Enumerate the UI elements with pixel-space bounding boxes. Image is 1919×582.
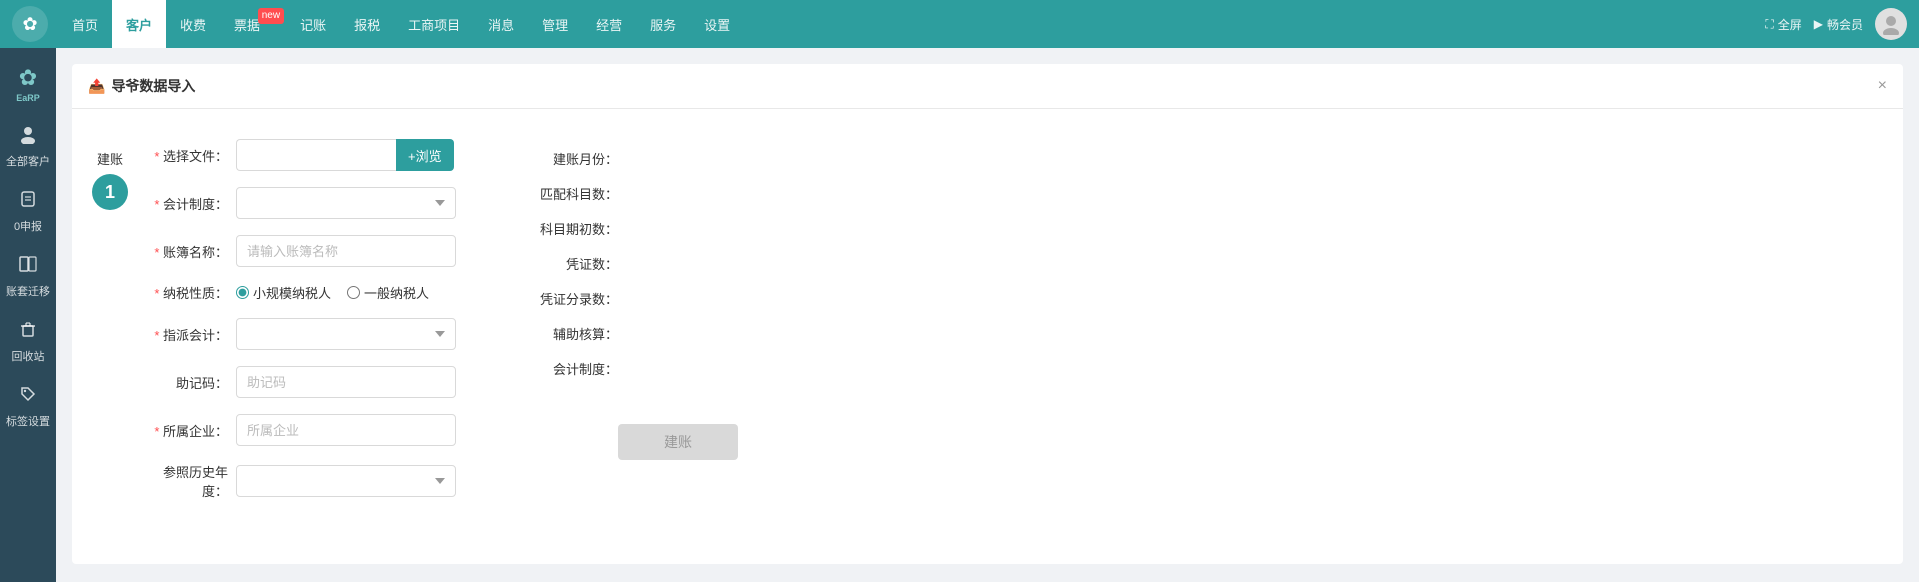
step-circle: 1	[92, 174, 128, 210]
info-accounting-system-label: 会计制度：	[528, 359, 618, 378]
all-customers-icon	[18, 124, 38, 149]
avatar-icon	[1880, 13, 1902, 35]
nav-item-business[interactable]: 工商项目	[394, 0, 474, 48]
match-subjects-label: 匹配科目数：	[528, 184, 618, 203]
general-taxpayer-radio[interactable]	[347, 286, 360, 299]
ledger-name-label: 账簿名称：	[148, 242, 228, 261]
account-migrate-icon	[18, 254, 38, 279]
step-label: 建账	[97, 149, 123, 168]
nav-item-invoice[interactable]: 票据 new	[220, 0, 286, 48]
subject-initial-row: 科目期初数：	[528, 219, 828, 238]
ref-fiscal-year-label: 参照历史年度：	[148, 462, 228, 500]
select-file-row: 选择文件： +浏览	[148, 139, 488, 171]
dialog-close-button[interactable]: ×	[1878, 77, 1887, 95]
sidebar-item-account-migrate[interactable]: 账套迁移	[0, 244, 56, 309]
form-fields: 选择文件： +浏览 会计制度：	[148, 139, 488, 500]
voucher-count-label: 凭证数：	[528, 254, 618, 273]
accounting-system-label: 会计制度：	[148, 194, 228, 213]
declare-icon	[18, 189, 38, 214]
app-logo[interactable]: ✿	[12, 6, 48, 42]
nav-item-operation[interactable]: 经营	[582, 0, 636, 48]
nav-items: 首页 客户 收费 票据 new 记账 报税 工商项目 消息 管理 经营	[58, 0, 1765, 48]
memo-code-input[interactable]	[236, 366, 456, 398]
accounting-system-select[interactable]	[236, 187, 456, 219]
general-taxpayer-label: 一般纳税人	[364, 283, 429, 302]
accounting-system-row: 会计制度：	[148, 187, 488, 219]
fullscreen-button[interactable]: ⛶ 全屏	[1765, 16, 1801, 33]
create-account-button[interactable]: 建账	[618, 424, 738, 460]
top-navigation: ✿ 首页 客户 收费 票据 new 记账 报税 工商项目 消息 管理	[0, 0, 1919, 48]
member-play-icon: ▶	[1814, 17, 1823, 31]
sidebar-item-tag-settings[interactable]: 标签设置	[0, 374, 56, 439]
general-taxpayer-option[interactable]: 一般纳税人	[347, 283, 429, 302]
dialog-title-icon: 📤	[88, 78, 105, 95]
sidebar-item-declare[interactable]: 0申报	[0, 179, 56, 244]
nav-item-message[interactable]: 消息	[474, 0, 528, 48]
fullscreen-icon: ⛶	[1765, 17, 1773, 32]
nav-item-settings[interactable]: 设置	[690, 0, 744, 48]
small-taxpayer-radio[interactable]	[236, 286, 249, 299]
sidebar-item-all-customers[interactable]: 全部客户	[0, 114, 56, 179]
nav-item-tax[interactable]: 报税	[340, 0, 394, 48]
nav-item-ledger[interactable]: 记账	[286, 0, 340, 48]
info-accounting-system-row: 会计制度：	[528, 359, 828, 378]
assign-accountant-select[interactable]	[236, 318, 456, 350]
browse-button[interactable]: +浏览	[396, 139, 454, 171]
nav-item-manage[interactable]: 管理	[528, 0, 582, 48]
voucher-entries-label: 凭证分录数：	[528, 289, 618, 308]
memo-code-row: 助记码：	[148, 366, 488, 398]
nav-right: ⛶ 全屏 ▶ 畅会员	[1765, 8, 1907, 40]
voucher-count-row: 凭证数：	[528, 254, 828, 273]
sidebar-logo: ✿ EaRP	[10, 58, 46, 110]
dialog-title: 📤 导爷数据导入	[88, 76, 195, 96]
memo-code-label: 助记码：	[148, 373, 228, 392]
assign-accountant-label: 指派会计：	[148, 325, 228, 344]
tax-type-radio-group: 小规模纳税人 一般纳税人	[236, 283, 429, 302]
sidebar-item-recycle[interactable]: 回收站	[0, 309, 56, 374]
ledger-name-input[interactable]	[236, 235, 456, 267]
voucher-entries-row: 凭证分录数：	[528, 289, 828, 308]
sidebar: ✿ EaRP 全部客户 0申报 账套迁移 回收站 标签设置	[0, 48, 56, 582]
create-month-label: 建账月份：	[528, 149, 618, 168]
nav-item-service[interactable]: 服务	[636, 0, 690, 48]
logo-icon: ✿	[22, 14, 37, 35]
tag-settings-icon	[18, 384, 38, 409]
file-input[interactable]	[236, 139, 396, 171]
user-avatar[interactable]	[1875, 8, 1907, 40]
form-left: 建账 1 选择文件： +浏览 会计制度：	[92, 139, 488, 500]
ledger-name-row: 账簿名称：	[148, 235, 488, 267]
form-right: 建账月份： 匹配科目数： 科目期初数： 凭证数： 凭证分录数：	[528, 139, 828, 500]
form-container: 建账 1 选择文件： +浏览 会计制度：	[72, 109, 1903, 530]
ref-fiscal-year-row: 参照历史年度：	[148, 462, 488, 500]
new-badge: new	[258, 8, 284, 24]
main-content: 📤 导爷数据导入 × 建账 1 选择文件： +浏览	[56, 48, 1919, 582]
create-month-row: 建账月份：	[528, 149, 828, 168]
aux-accounting-label: 辅助核算：	[528, 324, 618, 343]
assign-accountant-row: 指派会计：	[148, 318, 488, 350]
small-taxpayer-option[interactable]: 小规模纳税人	[236, 283, 331, 302]
nav-item-home[interactable]: 首页	[58, 0, 112, 48]
tax-type-label: 纳税性质：	[148, 283, 228, 302]
ref-fiscal-year-select[interactable]	[236, 465, 456, 497]
match-subjects-row: 匹配科目数：	[528, 184, 828, 203]
belong-company-row: 所属企业：	[148, 414, 488, 446]
recycle-icon	[18, 319, 38, 344]
dialog-header: 📤 导爷数据导入 ×	[72, 64, 1903, 109]
belong-company-label: 所属企业：	[148, 421, 228, 440]
select-file-label: 选择文件：	[148, 146, 228, 165]
file-input-wrapper: +浏览	[236, 139, 454, 171]
tax-type-row: 纳税性质： 小规模纳税人 一般纳税人	[148, 283, 488, 302]
member-button[interactable]: ▶ 畅会员	[1814, 16, 1863, 33]
dialog-panel: 📤 导爷数据导入 × 建账 1 选择文件： +浏览	[72, 64, 1903, 564]
small-taxpayer-label: 小规模纳税人	[253, 283, 331, 302]
nav-item-customer[interactable]: 客户	[112, 0, 166, 48]
belong-company-input[interactable]	[236, 414, 456, 446]
aux-accounting-row: 辅助核算：	[528, 324, 828, 343]
step-indicator: 建账 1	[92, 139, 128, 210]
nav-item-collection[interactable]: 收费	[166, 0, 220, 48]
subject-initial-label: 科目期初数：	[528, 219, 618, 238]
